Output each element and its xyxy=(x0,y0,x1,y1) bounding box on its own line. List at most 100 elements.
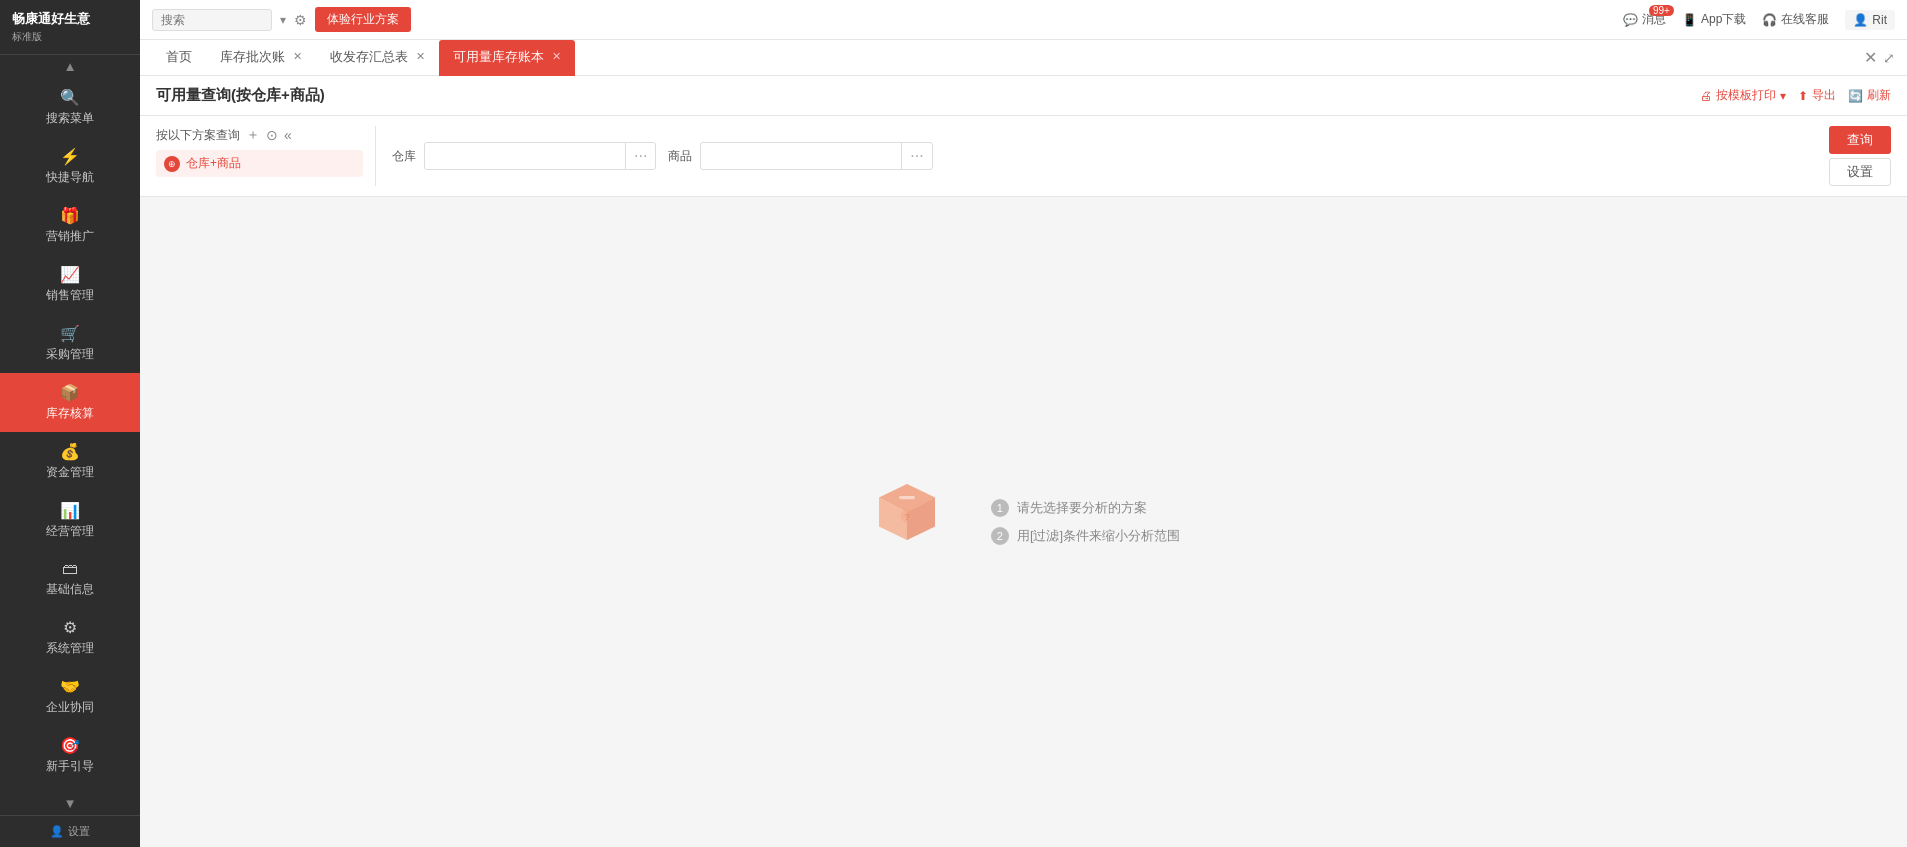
refresh-label: 刷新 xyxy=(1867,87,1891,104)
filter-scheme-title-label: 按以下方案查询 xyxy=(156,127,240,144)
topbar: ▾ ⚙ 体验行业方案 💬 消息 99+ 📱 App下载 🎧 在线客服 👤 Rit xyxy=(140,0,1907,40)
sidebar-logo: 畅康通好生意 标准版 xyxy=(0,0,140,55)
topbar-search-input[interactable] xyxy=(152,9,272,31)
sidebar-item-corp[interactable]: 🤝 企业协同 xyxy=(0,667,140,726)
filter-left-panel: 按以下方案查询 ＋ ⊙ « ⊕ 仓库+商品 xyxy=(156,126,376,186)
sidebar-item-quicknav[interactable]: ⚡快捷导航 xyxy=(0,137,140,196)
goods-input-wrap: ··· xyxy=(700,142,932,170)
sidebar-label-purchase: 采购管理 xyxy=(46,346,94,363)
filter-scheme-title: 按以下方案查询 ＋ ⊙ « xyxy=(156,126,363,144)
sidebar-item-purchase[interactable]: 🛒采购管理 xyxy=(0,314,140,373)
user-avatar-icon: 👤 xyxy=(1853,13,1868,27)
content-header: 可用量查询(按仓库+商品) 🖨 按模板打印 ▾ ⬆ 导出 🔄 刷新 xyxy=(140,76,1907,116)
export-icon: ⬆ xyxy=(1798,89,1808,103)
sidebar-item-basic[interactable]: 🗃基础信息 xyxy=(0,550,140,608)
sidebar-item-finance[interactable]: 💰资金管理 xyxy=(0,432,140,491)
sidebar-footer-label: 👤 设置 xyxy=(50,824,89,839)
sidebar-label-corp: 企业协同 xyxy=(46,699,94,716)
warehouse-input-wrap: ··· xyxy=(424,142,656,170)
refresh-btn[interactable]: 🔄 刷新 xyxy=(1848,87,1891,104)
sidebar-item-appcenter[interactable]: 📱应用中心 xyxy=(0,785,140,792)
topbar-user-btn[interactable]: 👤 Rit xyxy=(1845,10,1895,30)
sidebar-item-sales[interactable]: 📈销售管理 xyxy=(0,255,140,314)
empty-box-illustration: ? xyxy=(867,472,947,552)
sidebar-icon-basic: 🗃 xyxy=(62,560,78,578)
filter-row-main: 仓库 ··· 商品 ··· 查询 xyxy=(392,126,1891,186)
sidebar-label-system: 系统管理 xyxy=(46,640,94,657)
scheme-item-icon: ⊕ xyxy=(164,156,180,172)
print-dropdown-icon: ▾ xyxy=(1780,89,1786,103)
sidebar-icon-system: ⚙ xyxy=(63,618,77,637)
tabs-bar: 首页库存批次账✕收发存汇总表✕可用量库存账本✕ ✕ ⤢ xyxy=(140,40,1907,76)
topbar-service-btn[interactable]: 🎧 在线客服 xyxy=(1762,11,1829,28)
print-icon: 🖨 xyxy=(1700,89,1712,103)
warehouse-field: 仓库 ··· xyxy=(392,142,656,170)
export-label: 导出 xyxy=(1812,87,1836,104)
tab-summary[interactable]: 收发存汇总表✕ xyxy=(316,40,439,76)
goods-dots-btn[interactable]: ··· xyxy=(901,143,931,169)
sidebar-icon-sales: 📈 xyxy=(60,265,80,284)
tab-home[interactable]: 首页 xyxy=(152,40,206,76)
sidebar-icon-finance: 💰 xyxy=(60,442,80,461)
tab-close-batch[interactable]: ✕ xyxy=(293,50,302,63)
logo-title: 畅康通好生意 xyxy=(12,10,128,28)
tabs-expand-btn[interactable]: ⤢ xyxy=(1883,48,1895,67)
sidebar-item-search[interactable]: 🔍搜索菜单 xyxy=(0,78,140,137)
sidebar-item-guide[interactable]: 🎯新手引导 xyxy=(0,726,140,785)
sidebar-label-marketing: 营销推广 xyxy=(46,228,94,245)
sidebar-item-operation[interactable]: 📊经营管理 xyxy=(0,491,140,550)
sidebar-label-guide: 新手引导 xyxy=(46,758,94,775)
user-label: Rit xyxy=(1872,13,1887,27)
topbar-app-btn[interactable]: 📱 App下载 xyxy=(1682,11,1746,28)
filter-scheme-add-btn[interactable]: ＋ xyxy=(246,126,260,144)
topbar-industry-btn[interactable]: 体验行业方案 xyxy=(315,7,411,32)
sidebar-icon-operation: 📊 xyxy=(60,501,80,520)
page-title: 可用量查询(按仓库+商品) xyxy=(156,86,325,105)
service-label: 在线客服 xyxy=(1781,11,1829,28)
topbar-right: 💬 消息 99+ 📱 App下载 🎧 在线客服 👤 Rit xyxy=(1623,10,1895,30)
sidebar-item-system[interactable]: ⚙ 系统管理 xyxy=(0,608,140,667)
empty-tip-2: 2 用[过滤]条件来缩小分析范围 xyxy=(991,527,1180,545)
sidebar-menu: 🔍搜索菜单⚡快捷导航🎁营销推广📈销售管理🛒采购管理📦库存核算💰资金管理📊经营管理… xyxy=(0,78,140,792)
svg-rect-4 xyxy=(899,496,915,499)
tab-close-summary[interactable]: ✕ xyxy=(416,50,425,63)
scheme-item-warehouse-goods[interactable]: ⊕ 仓库+商品 xyxy=(156,150,363,177)
sidebar-scroll-down[interactable]: ▼ xyxy=(0,792,140,815)
refresh-icon: 🔄 xyxy=(1848,89,1863,103)
print-label: 按模板打印 xyxy=(1716,87,1776,104)
scheme-item-label: 仓库+商品 xyxy=(186,155,241,172)
content-area: 可用量查询(按仓库+商品) 🖨 按模板打印 ▾ ⬆ 导出 🔄 刷新 xyxy=(140,76,1907,847)
query-button[interactable]: 查询 xyxy=(1829,126,1891,154)
warehouse-label: 仓库 xyxy=(392,148,416,165)
sidebar-item-marketing[interactable]: 🎁营销推广 xyxy=(0,196,140,255)
sidebar-icon-corp: 🤝 xyxy=(60,677,80,696)
tabs-close-all-btn[interactable]: ✕ xyxy=(1864,48,1877,67)
main-area: ▾ ⚙ 体验行业方案 💬 消息 99+ 📱 App下载 🎧 在线客服 👤 Rit xyxy=(140,0,1907,847)
tabs-right-actions: ✕ ⤢ xyxy=(1864,48,1895,67)
topbar-dropdown-arrow[interactable]: ▾ xyxy=(280,13,286,27)
tab-close-available[interactable]: ✕ xyxy=(552,50,561,63)
topbar-msg-btn[interactable]: 💬 消息 99+ xyxy=(1623,11,1666,28)
tab-available[interactable]: 可用量库存账本✕ xyxy=(439,40,575,76)
filter-scheme-collapse-btn[interactable]: « xyxy=(284,127,292,143)
sidebar: 畅康通好生意 标准版 ▲ 🔍搜索菜单⚡快捷导航🎁营销推广📈销售管理🛒采购管理📦库… xyxy=(0,0,140,847)
print-template-btn[interactable]: 🖨 按模板打印 ▾ xyxy=(1700,87,1786,104)
filter-right-panel: 仓库 ··· 商品 ··· 查询 xyxy=(376,126,1891,186)
filter-scheme-settings-btn[interactable]: ⊙ xyxy=(266,127,278,143)
sidebar-footer[interactable]: 👤 设置 xyxy=(0,815,140,847)
warehouse-input[interactable] xyxy=(425,149,625,163)
empty-icon-wrap: ? xyxy=(867,472,967,572)
sidebar-icon-inventory: 📦 xyxy=(60,383,80,402)
settings-button[interactable]: 设置 xyxy=(1829,158,1891,186)
sidebar-item-inventory[interactable]: 📦库存核算 xyxy=(0,373,140,432)
empty-state: ? 1 请先选择要分析的方案 2 用[过滤]条件来缩小分析范围 xyxy=(140,197,1907,847)
export-btn[interactable]: ⬆ 导出 xyxy=(1798,87,1836,104)
sidebar-scroll-up[interactable]: ▲ xyxy=(0,55,140,78)
tab-label-home: 首页 xyxy=(166,48,192,66)
topbar-gear-icon[interactable]: ⚙ xyxy=(294,12,307,28)
tab-batch[interactable]: 库存批次账✕ xyxy=(206,40,316,76)
app-icon: 📱 xyxy=(1682,13,1697,27)
warehouse-dots-btn[interactable]: ··· xyxy=(625,143,655,169)
goods-input[interactable] xyxy=(701,149,901,163)
filter-actions-right: 查询 设置 xyxy=(1829,126,1891,186)
